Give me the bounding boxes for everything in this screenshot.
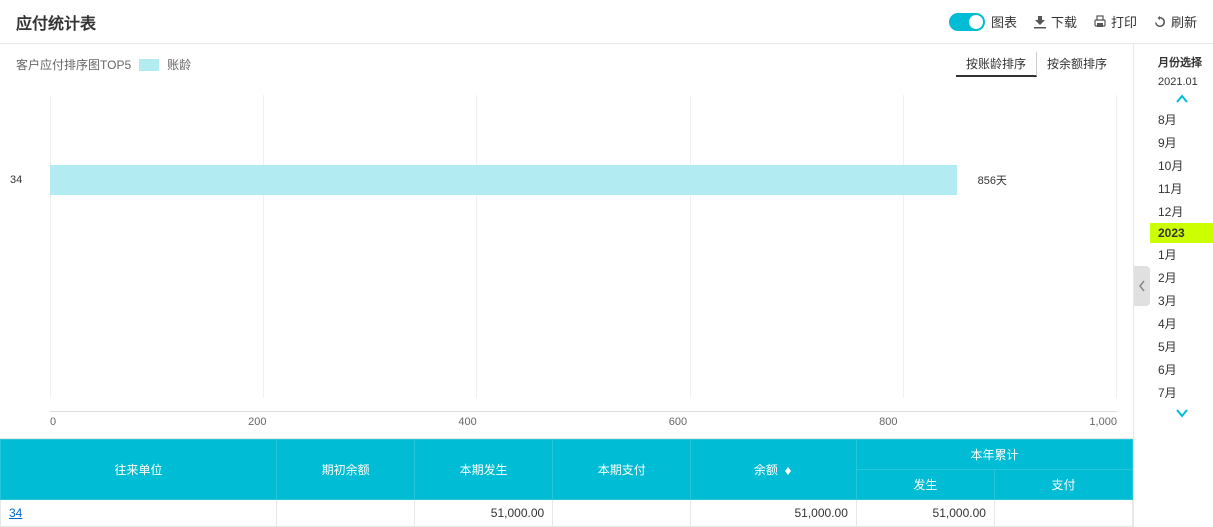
x-axis: 0 200 400 600 800 1,000 [50,411,1117,428]
scroll-down-button[interactable] [1150,404,1213,422]
refresh-button[interactable]: 刷新 [1153,12,1197,31]
page-title: 应付统计表 [16,10,949,34]
gridline-1 [263,95,264,398]
legend-color-label: 账龄 [167,56,191,73]
month-item-6[interactable]: 6月 [1150,358,1213,381]
bar-row-label: 34 [10,174,22,186]
gridline-2 [476,95,477,398]
col-opening-header: 期初余额 [277,440,415,500]
sidebar-current-display: 2021.01 [1150,74,1213,90]
col-ytd-occurred-header: 发生 [856,470,994,500]
sidebar-expand-button[interactable] [1134,266,1150,306]
gridline-0 [50,95,51,398]
sidebar-title: 月份选择 [1150,48,1213,74]
x-label-1000: 1,000 [1089,416,1117,428]
data-table-wrap: 往来单位 期初余额 本期发生 本期支付 余额 本年累计 发生 [0,438,1133,527]
month-item-8[interactable]: 8月 [1150,108,1213,131]
x-label-200: 200 [248,416,266,428]
unit-link[interactable]: 34 [9,506,22,520]
month-item-4[interactable]: 4月 [1150,312,1213,335]
col-unit-header: 往来单位 [1,440,277,500]
x-gridlines [50,95,1117,398]
gridline-5 [1116,95,1117,398]
download-icon [1033,15,1047,29]
chart-sort-buttons: 按账龄排序 按余额排序 [956,52,1117,77]
cell-paid [553,500,691,527]
month-item-9[interactable]: 9月 [1150,131,1213,154]
table-row: 34 51,000.00 51,000.00 51,000.00 [1,500,1133,527]
cell-opening [277,500,415,527]
col-paid-header: 本期支付 [553,440,691,500]
download-button[interactable]: 下载 [1033,12,1077,31]
month-item-5[interactable]: 5月 [1150,335,1213,358]
cell-ytd-paid [994,500,1132,527]
bar-fill: 856天 [50,165,957,195]
current-year-label: 2023 [1150,223,1213,243]
chevron-down-icon [1175,408,1189,418]
chart-toggle-label: 图表 [991,12,1017,31]
cell-ytd-occurred: 51,000.00 [856,500,994,527]
month-item-10[interactable]: 10月 [1150,154,1213,177]
print-icon [1093,15,1107,29]
month-sidebar: 月份选择 2021.01 8月 9月 10月 11月 12月 2023 1月 2… [1133,44,1213,527]
x-label-800: 800 [879,416,897,428]
gridline-4 [903,95,904,398]
x-label-400: 400 [458,416,476,428]
cell-balance: 51,000.00 [691,500,857,527]
chart-toggle-wrap: 图表 [949,12,1017,31]
chevron-up-icon [1175,94,1189,104]
cell-unit: 34 [1,500,277,527]
data-table: 往来单位 期初余额 本期发生 本期支付 余额 本年累计 发生 [0,439,1133,527]
legend-color-box [139,59,159,71]
col-occurred-header: 本期发生 [415,440,553,500]
col-balance-header: 余额 [691,440,857,500]
sort-icon [783,466,793,476]
x-label-600: 600 [669,416,687,428]
col-ytd-paid-header: 支付 [994,470,1132,500]
gridline-3 [690,95,691,398]
cell-occurred: 51,000.00 [415,500,553,527]
legend-label: 客户应付排序图TOP5 [16,56,131,73]
expand-icon [1138,280,1146,292]
month-item-2[interactable]: 2月 [1150,266,1213,289]
scroll-up-button[interactable] [1150,90,1213,108]
month-item-1[interactable]: 1月 [1150,243,1213,266]
chart-legend: 客户应付排序图TOP5 账龄 [16,56,191,73]
bar-row: 34 856天 [50,155,1117,205]
sort-by-balance-button[interactable]: 按余额排序 [1037,52,1117,77]
refresh-icon [1153,15,1167,29]
bar-track: 856天 [50,165,1117,195]
bar-chart-wrap: 34 856天 0 200 400 600 800 1,000 [0,85,1133,438]
sort-by-age-button[interactable]: 按账龄排序 [956,52,1037,77]
x-label-0: 0 [50,416,56,428]
col-ytd-header: 本年累计 [856,440,1132,470]
bar-end-label: 856天 [978,172,1007,188]
print-button[interactable]: 打印 [1093,12,1137,31]
chart-toggle[interactable] [949,13,985,31]
month-item-3[interactable]: 3月 [1150,289,1213,312]
month-item-7[interactable]: 7月 [1150,381,1213,404]
month-item-12[interactable]: 12月 [1150,200,1213,223]
month-item-11[interactable]: 11月 [1150,177,1213,200]
sidebar-content: 月份选择 2021.01 8月 9月 10月 11月 12月 2023 1月 2… [1150,44,1213,527]
